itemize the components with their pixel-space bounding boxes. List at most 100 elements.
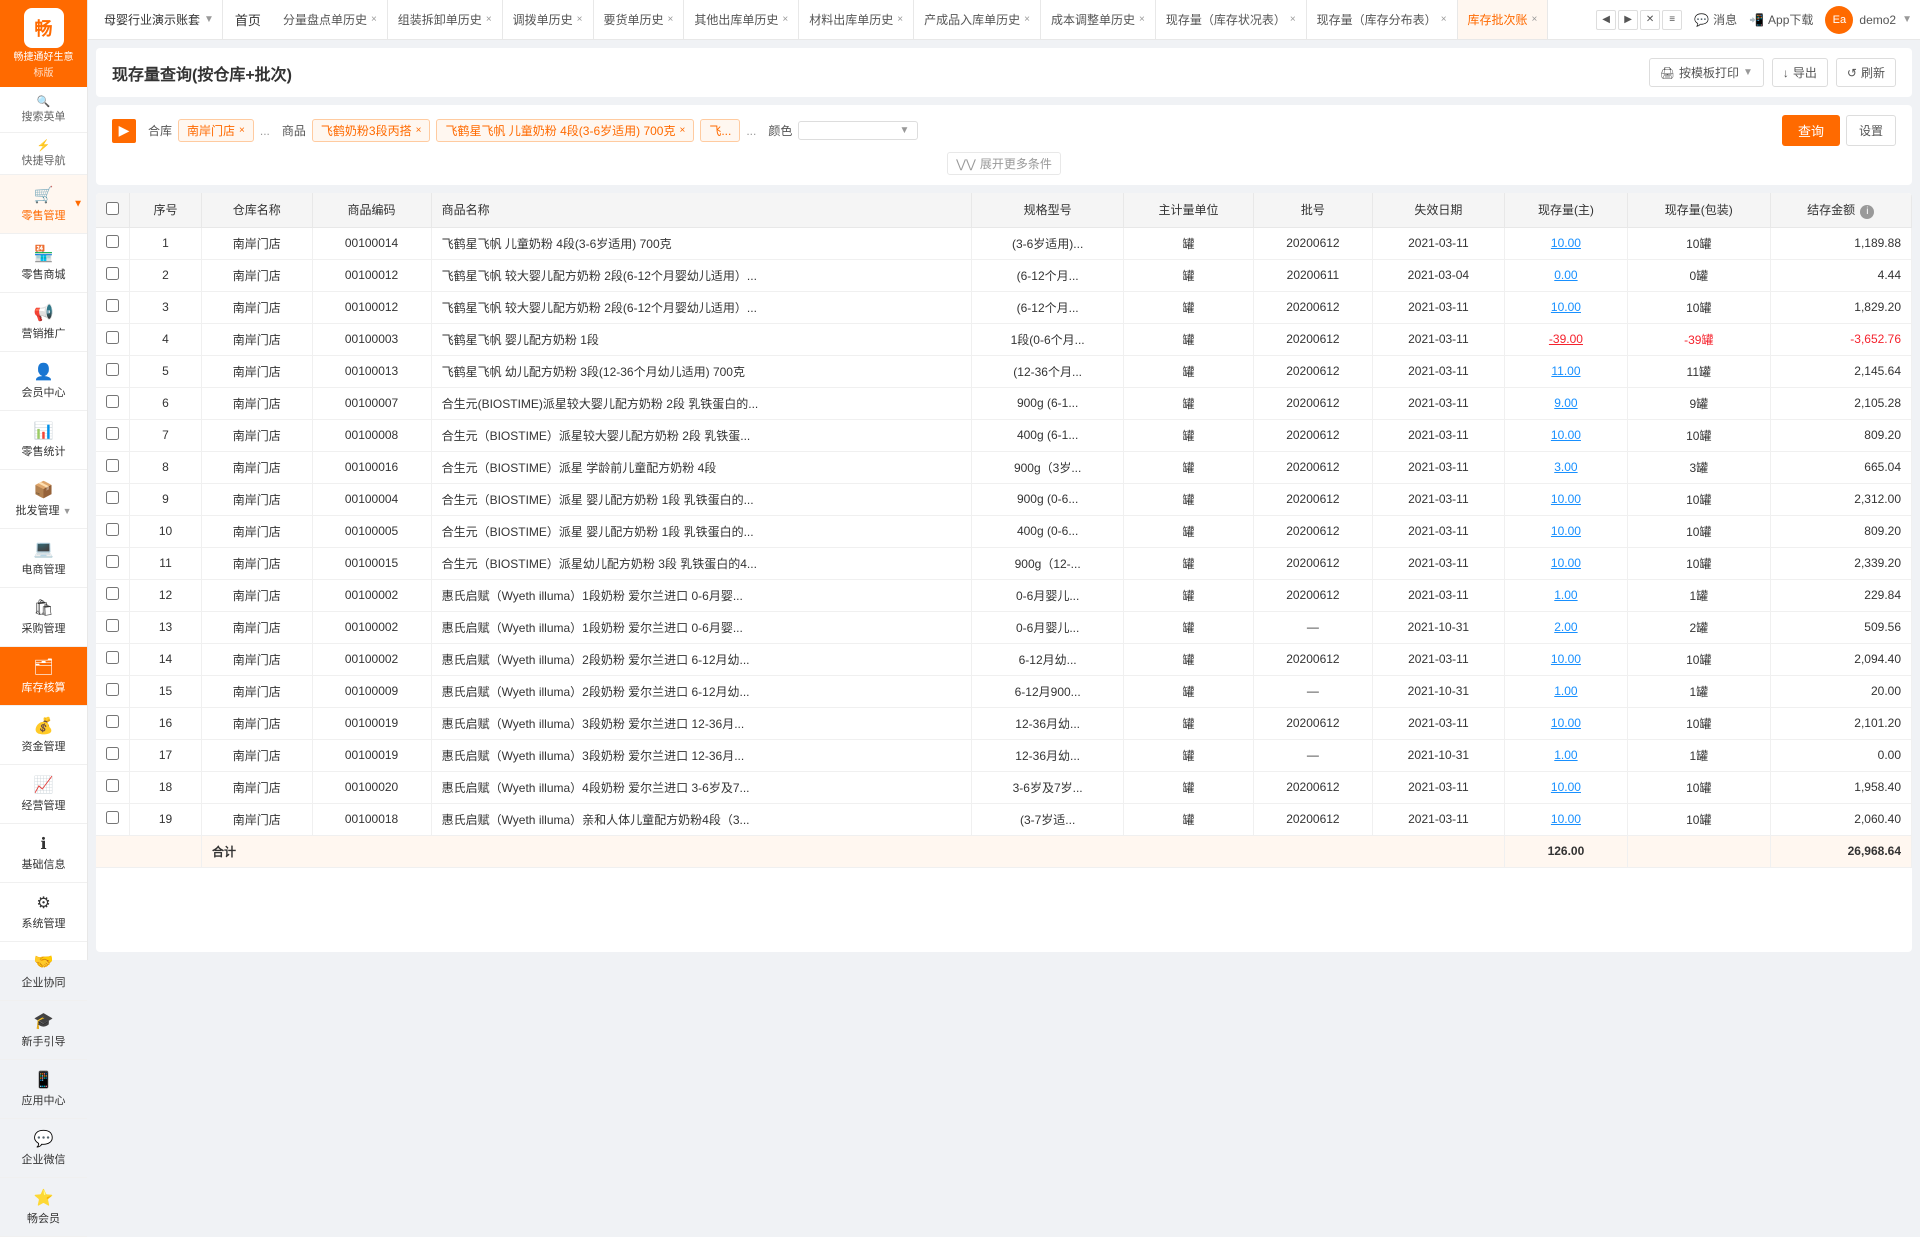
tab-xiancunliang-status[interactable]: 现存量（库存状况表） × <box>1156 0 1307 39</box>
cell-stock-main[interactable]: 9.00 <box>1504 387 1627 419</box>
row-checkbox[interactable] <box>106 331 119 344</box>
cell-stock-main[interactable]: 1.00 <box>1504 675 1627 707</box>
cell-check[interactable] <box>96 483 130 515</box>
sidebar-item-finance[interactable]: 💰 资金管理 <box>0 706 87 765</box>
tab-yaohuo[interactable]: 要货单历史 × <box>594 0 685 39</box>
cell-stock-main[interactable]: 10.00 <box>1504 771 1627 803</box>
message-btn[interactable]: 💬 消息 <box>1694 11 1737 28</box>
query-button[interactable]: 查询 <box>1782 115 1840 146</box>
sidebar-item-marketing[interactable]: 📢 营销推广 <box>0 293 87 352</box>
row-checkbox[interactable] <box>106 299 119 312</box>
cell-check[interactable] <box>96 451 130 483</box>
row-checkbox[interactable] <box>106 811 119 824</box>
close-icon[interactable]: × <box>486 14 492 25</box>
sidebar-item-operation[interactable]: 📈 经营管理 <box>0 765 87 824</box>
cell-check[interactable] <box>96 771 130 803</box>
cell-stock-main[interactable]: 1.00 <box>1504 579 1627 611</box>
close-icon[interactable]: × <box>1139 14 1145 25</box>
home-tab[interactable]: 首页 <box>223 0 273 39</box>
tab-liaoliaochuku[interactable]: 材料出库单历史 × <box>799 0 914 39</box>
cell-check[interactable] <box>96 803 130 835</box>
print-button[interactable]: 🖨 按模板打印 ▼ <box>1649 58 1764 87</box>
sidebar-item-basic[interactable]: ℹ 基础信息 <box>0 824 87 883</box>
close-icon[interactable]: × <box>1532 14 1538 25</box>
close-icon[interactable]: × <box>1441 14 1447 25</box>
search-menu[interactable]: 🔍 搜索英单 <box>0 87 87 133</box>
row-checkbox[interactable] <box>106 363 119 376</box>
tab-diaobodanhistory[interactable]: 调拨单历史 × <box>503 0 594 39</box>
cell-stock-main[interactable]: 2.00 <box>1504 611 1627 643</box>
row-checkbox[interactable] <box>106 267 119 280</box>
row-checkbox[interactable] <box>106 395 119 408</box>
row-checkbox[interactable] <box>106 651 119 664</box>
sidebar-item-system[interactable]: ⚙ 系统管理 <box>0 883 87 942</box>
warehouse-tag[interactable]: 南岸门店 × <box>178 119 254 142</box>
product2-remove-icon[interactable]: × <box>679 125 685 136</box>
sidebar-item-member[interactable]: 👤 会员中心 <box>0 352 87 411</box>
sidebar-logo[interactable]: 畅 畅捷通好生意 标版 <box>0 0 87 87</box>
warehouse-more[interactable]: ... <box>260 124 270 138</box>
sidebar-item-corp[interactable]: 🤝 企业协同 <box>0 942 87 1001</box>
sidebar-item-wholesale[interactable]: 📦 批发管理 ▼ <box>0 470 87 529</box>
refresh-button[interactable]: ↺ 刷新 <box>1836 58 1896 87</box>
cell-stock-main[interactable]: 10.00 <box>1504 643 1627 675</box>
row-checkbox[interactable] <box>106 235 119 248</box>
row-checkbox[interactable] <box>106 619 119 632</box>
close-icon[interactable]: × <box>668 14 674 25</box>
nav-next-icon[interactable]: ▶ <box>1618 10 1638 30</box>
cell-check[interactable] <box>96 547 130 579</box>
close-icon[interactable]: × <box>1290 14 1296 25</box>
sidebar-item-vip[interactable]: ⭐ 畅会员 <box>0 1178 87 1237</box>
product-tag1[interactable]: 飞鹤奶粉3段丙搭 × <box>312 119 431 142</box>
row-checkbox[interactable] <box>106 555 119 568</box>
cell-check[interactable] <box>96 387 130 419</box>
close-icon[interactable]: × <box>1024 14 1030 25</box>
tab-kucunpicizang[interactable]: 库存批次账 × <box>1458 0 1549 39</box>
sidebar-item-corp-wechat[interactable]: 💬 企业微信 <box>0 1119 87 1178</box>
close-icon[interactable]: × <box>897 14 903 25</box>
sidebar-item-retail[interactable]: 🛒 零售管理 ▼ <box>0 175 87 234</box>
cell-stock-main[interactable]: 1.00 <box>1504 739 1627 771</box>
quick-nav[interactable]: ⚡ 快捷导航 <box>0 133 87 175</box>
filter-expand-arrow[interactable]: ▶ <box>112 119 136 143</box>
sidebar-item-inventory[interactable]: 🗂 库存核算 <box>0 647 87 706</box>
nav-close-icon[interactable]: ✕ <box>1640 10 1660 30</box>
tab-chenbengtiaojie[interactable]: 成本调整单历史 × <box>1041 0 1156 39</box>
cell-check[interactable] <box>96 739 130 771</box>
tab-chanchengruqiaohistory[interactable]: 产成品入库单历史 × <box>914 0 1041 39</box>
nav-more-icon[interactable]: ≡ <box>1662 10 1682 30</box>
export-button[interactable]: ↓ 导出 <box>1772 58 1828 87</box>
cell-check[interactable] <box>96 259 130 291</box>
sidebar-item-retail-shop[interactable]: 🏪 零售商城 <box>0 234 87 293</box>
row-checkbox[interactable] <box>106 683 119 696</box>
tab-xiancunliang-dist[interactable]: 现存量（库存分布表） × <box>1307 0 1458 39</box>
tab-zuzhuangchaijie[interactable]: 组装拆卸单历史 × <box>388 0 503 39</box>
cell-stock-main[interactable]: 10.00 <box>1504 515 1627 547</box>
sidebar-item-ecommerce[interactable]: 💻 电商管理 <box>0 529 87 588</box>
close-icon[interactable]: × <box>577 14 583 25</box>
cell-check[interactable] <box>96 579 130 611</box>
account-selector[interactable]: 母婴行业演示账套 ▼ <box>96 0 223 39</box>
tab-fenliangpandian[interactable]: 分量盘点单历史 × <box>273 0 388 39</box>
cell-stock-main[interactable]: 10.00 <box>1504 483 1627 515</box>
cell-check[interactable] <box>96 611 130 643</box>
user-avatar[interactable]: Ea demo2 ▼ <box>1825 6 1912 34</box>
cell-stock-main[interactable]: 10.00 <box>1504 707 1627 739</box>
expand-button[interactable]: ⋁⋁ 展开更多条件 <box>947 152 1061 175</box>
cell-stock-main[interactable]: 10.00 <box>1504 547 1627 579</box>
cell-check[interactable] <box>96 355 130 387</box>
product-more[interactable]: ... <box>746 124 756 138</box>
product-tag3[interactable]: 飞... <box>700 119 740 142</box>
row-checkbox[interactable] <box>106 491 119 504</box>
row-checkbox[interactable] <box>106 715 119 728</box>
cell-check[interactable] <box>96 419 130 451</box>
cell-check[interactable] <box>96 707 130 739</box>
product1-remove-icon[interactable]: × <box>416 125 422 136</box>
cell-check[interactable] <box>96 643 130 675</box>
sidebar-item-app-center[interactable]: 📱 应用中心 <box>0 1060 87 1119</box>
cell-check[interactable] <box>96 291 130 323</box>
row-checkbox[interactable] <box>106 459 119 472</box>
row-checkbox[interactable] <box>106 427 119 440</box>
tab-qitachuku[interactable]: 其他出库单历史 × <box>684 0 799 39</box>
cell-stock-main[interactable]: 10.00 <box>1504 419 1627 451</box>
